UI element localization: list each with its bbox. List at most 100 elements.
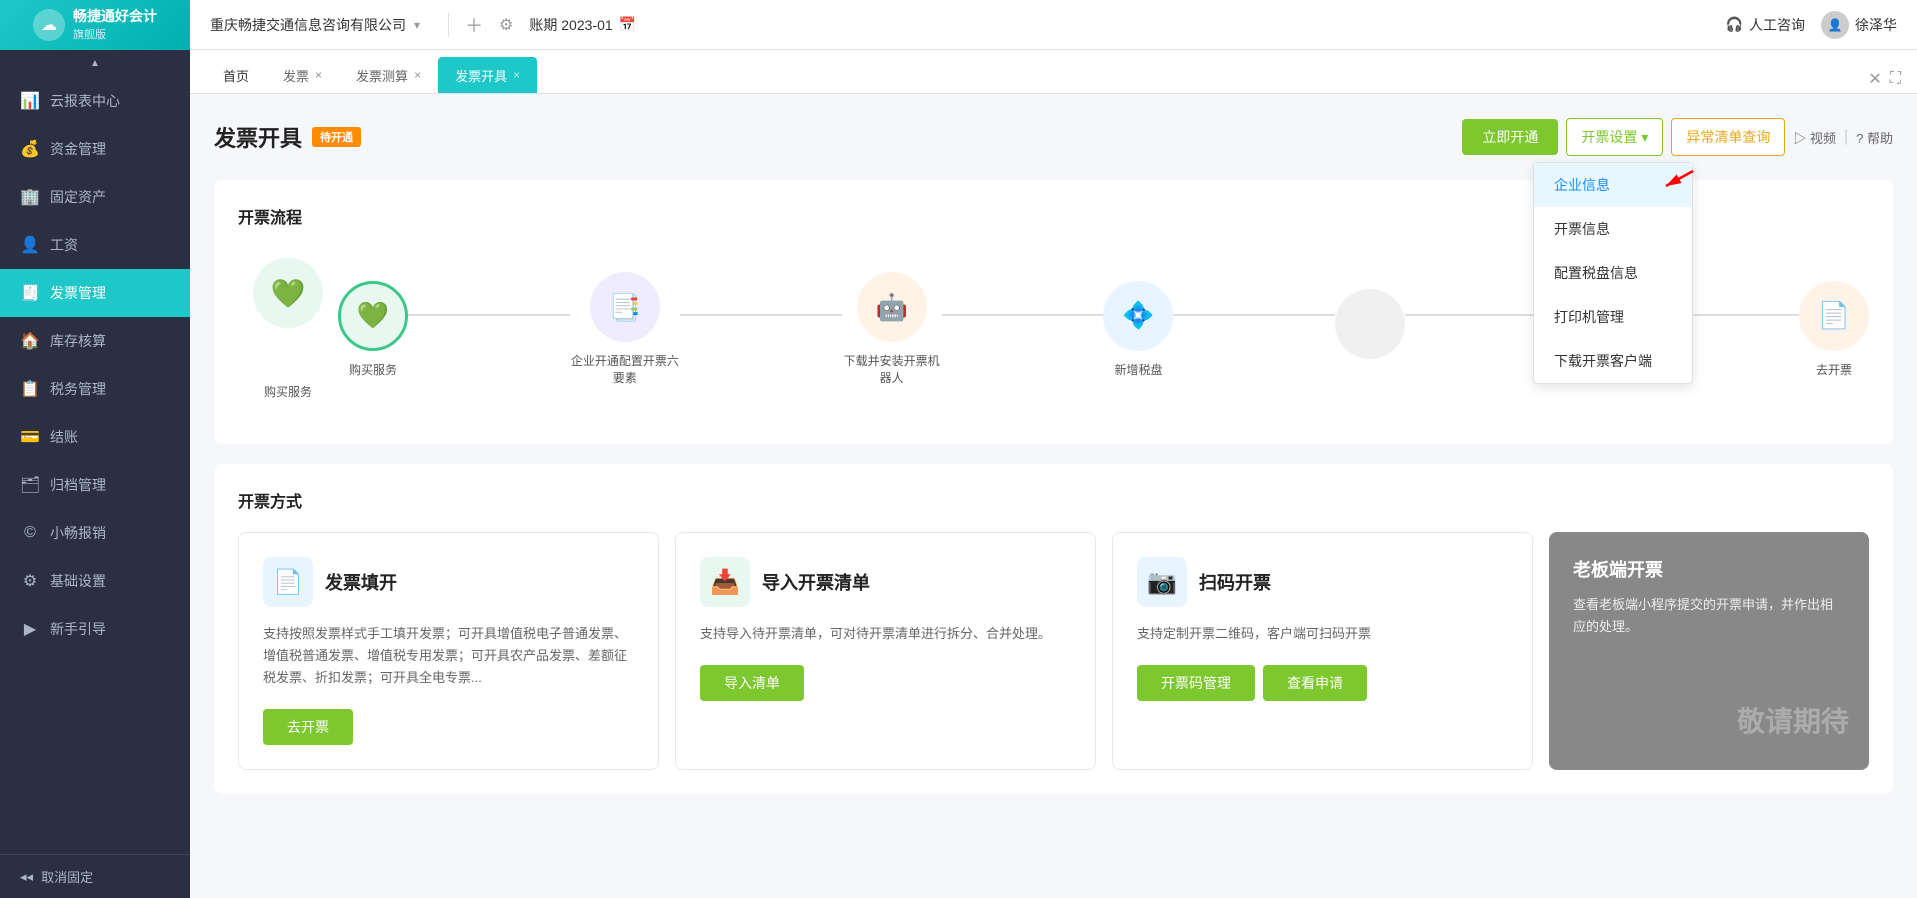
tab-invoice-calc-close[interactable]: × [414,68,421,82]
basic-settings-icon: ⚙ [20,571,40,591]
scan-invoice-desc: 支持定制开票二维码，客户端可扫码开票 [1137,623,1508,645]
billing-section: 开票方式 📄 发票填开 支持按照发票样式手工填开发票；可开具增值税电子普通发票、… [214,464,1893,794]
boss-invoice-desc: 查看老板端小程序提交的开票申请，并作出相应的处理。 [1573,594,1845,638]
sidebar: ▲ 📊 云报表中心 💰 资金管理 🏢 固定资产 👤 工资 🧾 发票管理 🏠 库存… [0,50,190,898]
connector-2 [680,314,842,316]
step-config: 📑 企业开通配置开票六要素 [570,272,680,386]
archive-icon: 🗂 [20,475,40,495]
settlement-icon: 💳 [20,427,40,447]
invoice-settings-button[interactable]: 开票设置 ▾ [1566,118,1663,156]
dropdown-item-invoice-info[interactable]: 开票信息 [1534,207,1692,251]
sidebar-item-inventory[interactable]: 🏠 库存核算 [0,317,190,365]
import-list-icon: 📥 [700,557,750,607]
sidebar-item-fixed-assets[interactable]: 🏢 固定资产 [0,173,190,221]
main-layout: ▲ 📊 云报表中心 💰 资金管理 🏢 固定资产 👤 工资 🧾 发票管理 🏠 库存… [0,50,1917,898]
abnormal-list-button[interactable]: 异常清单查询 [1671,118,1785,156]
step-tax-disk: 💠 新增税盘 [1103,281,1173,378]
sidebar-item-invoice-mgmt[interactable]: 🧾 发票管理 [0,269,190,317]
billing-card-scan-invoice: 📷 扫码开票 支持定制开票二维码，客户端可扫码开票 开票码管理 查看申请 [1112,532,1533,770]
title-actions: 立即开通 开票设置 ▾ 异常清单查询 ▷ 视频 | ? 帮助 企业信息 [1462,118,1893,156]
fill-invoice-desc: 支持按照发票样式手工填开发票；可开具增值税电子普通发票、增值税普通发票、增值税专… [263,623,634,689]
scan-invoice-icon: 📷 [1137,557,1187,607]
fixed-assets-icon: 🏢 [20,187,40,207]
xiaochang-icon: © [20,524,40,542]
view-apply-button[interactable]: 查看申请 [1263,665,1367,701]
flow-step-buy-service: 💚 购买服务 [238,258,338,400]
logo-icon: ☁ [33,9,65,41]
invoice-mgmt-icon: 🧾 [20,283,40,303]
step-download: 🤖 下载并安装开票机器人 [842,272,942,386]
cloud-report-icon: 📊 [20,91,40,111]
fill-invoice-icon: 📄 [263,557,313,607]
sidebar-item-new-guide[interactable]: ▶ 新手引导 [0,605,190,653]
tab-invoice[interactable]: 发票 × [266,57,339,93]
sidebar-item-salary[interactable]: 👤 工资 [0,221,190,269]
salary-icon: 👤 [20,235,40,255]
tab-home[interactable]: 首页 [206,57,266,93]
import-list-desc: 支持导入待开票清单，可对待开票清单进行拆分、合并处理。 [700,623,1071,645]
close-all-tabs-button[interactable]: ✕ [1868,69,1881,89]
logo-area: ☁ 畅捷通好会计 旗舰版 [0,0,190,50]
sidebar-item-xiaochang[interactable]: © 小畅报销 [0,509,190,557]
sidebar-bottom: ◂◂ 取消固定 [0,854,190,898]
tab-invoice-issue-close[interactable]: × [513,68,520,82]
fill-invoice-button[interactable]: 去开票 [263,709,353,745]
dropdown-item-printer-mgmt[interactable]: 打印机管理 [1534,295,1692,339]
boss-invoice-title: 老板端开票 [1573,556,1845,582]
scan-code-mgmt-button[interactable]: 开票码管理 [1137,665,1255,701]
pin-icon: ◂◂ [20,869,33,885]
consult-button[interactable]: 🎧 人工咨询 [1726,15,1805,35]
user-menu[interactable]: 👤 徐泽华 [1821,11,1897,39]
activate-button[interactable]: 立即开通 [1462,119,1558,155]
tab-invoice-close[interactable]: × [315,68,322,82]
headphone-icon: 🎧 [1726,16,1743,33]
connector-1 [408,314,570,316]
calendar-icon[interactable]: 📅 [619,16,636,33]
fill-invoice-header: 📄 发票填开 [263,557,634,607]
sidebar-item-capital-mgmt[interactable]: 💰 资金管理 [0,125,190,173]
connector-3 [942,314,1104,316]
sidebar-item-cloud-report[interactable]: 📊 云报表中心 [0,77,190,125]
sidebar-item-archive-mgmt[interactable]: 🗂 归档管理 [0,461,190,509]
new-guide-icon: ▶ [20,619,40,639]
capital-icon: 💰 [20,139,40,159]
status-badge: 待开通 [312,127,361,147]
coming-soon-text: 敬请期待 [1737,700,1849,740]
step-blank1 [1335,289,1405,369]
dropdown-item-download-client[interactable]: 下载开票客户端 [1534,339,1692,383]
red-arrow-indicator [1658,166,1698,202]
inventory-icon: 🏠 [20,331,40,351]
tax-icon: 📋 [20,379,40,399]
add-company-button[interactable]: ＋ [457,12,491,38]
logo-text: 畅捷通好会计 旗舰版 [73,7,157,41]
settings-icon[interactable]: ⚙ [491,15,521,35]
billing-card-boss-invoice: 老板端开票 查看老板端小程序提交的开票申请，并作出相应的处理。 敬请期待 [1549,532,1869,770]
scroll-up-btn[interactable]: ▲ [0,50,190,77]
page-content: 发票开具 待开通 立即开通 开票设置 ▾ 异常清单查询 ▷ 视频 | ? 帮助 [190,94,1917,898]
dropdown-item-tax-disk[interactable]: 配置税盘信息 [1534,251,1692,295]
tab-invoice-issue[interactable]: 发票开具 × [438,57,537,93]
content-area: 首页 发票 × 发票测算 × 发票开具 × ✕ ⛶ [190,50,1917,898]
avatar: 👤 [1821,11,1849,39]
connector-4 [1173,314,1335,316]
billing-card-fill-invoice: 📄 发票填开 支持按照发票样式手工填开发票；可开具增值税电子普通发票、增值税普通… [238,532,659,770]
header-right: 🎧 人工咨询 👤 徐泽华 [1726,11,1917,39]
sidebar-item-tax-mgmt[interactable]: 📋 税务管理 [0,365,190,413]
help-button[interactable]: ? 帮助 [1856,128,1893,147]
company-dropdown-arrow: ▾ [414,18,420,32]
billing-section-title: 开票方式 [238,488,1869,512]
company-selector[interactable]: 重庆畅捷交通信息咨询有限公司 ▾ [190,15,440,35]
import-list-button[interactable]: 导入清单 [700,665,804,701]
top-header: ☁ 畅捷通好会计 旗舰版 重庆畅捷交通信息咨询有限公司 ▾ ＋ ⚙ 账期 202… [0,0,1917,50]
header-divider-1 [448,13,449,37]
tab-invoice-calc[interactable]: 发票测算 × [339,57,438,93]
expand-button[interactable]: ⛶ [1890,70,1901,88]
scan-invoice-header: 📷 扫码开票 [1137,557,1508,607]
accounting-period: 账期 2023-01 📅 [521,15,644,35]
page-title: 发票开具 待开通 [214,121,361,153]
cancel-fixed-button[interactable]: ◂◂ 取消固定 [0,855,190,898]
sidebar-item-basic-settings[interactable]: ⚙ 基础设置 [0,557,190,605]
sidebar-item-settlement[interactable]: 💳 结账 [0,413,190,461]
video-button[interactable]: ▷ 视频 [1793,128,1836,147]
tab-bar: 首页 发票 × 发票测算 × 发票开具 × ✕ ⛶ [190,50,1917,94]
